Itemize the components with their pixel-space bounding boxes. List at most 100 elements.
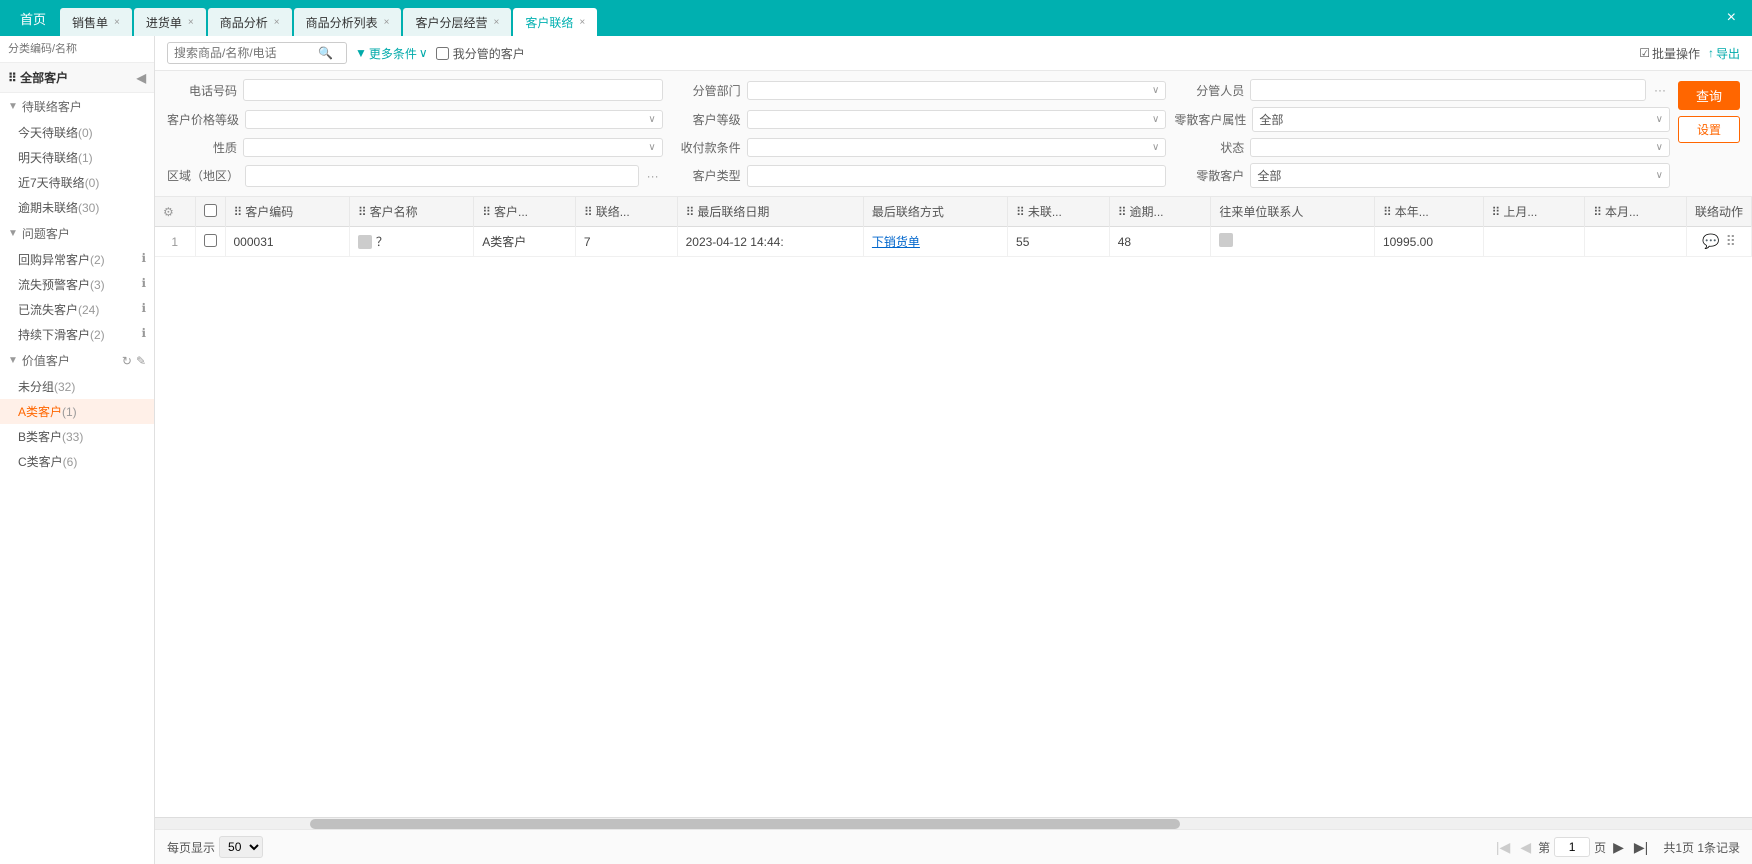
sidebar-item-a-class[interactable]: A类客户(1) — [0, 399, 154, 424]
th-prev-contacts[interactable]: 往来单位联系人 — [1211, 197, 1375, 227]
bottom-bar: 每页显示 50 |◀ ◀ 第 页 ▶ ▶| 共1页 1条记录 — [155, 829, 1752, 864]
setting-button[interactable]: 设置 — [1678, 116, 1740, 143]
main-layout: 🔍 ⠿ 全部客户 ◀ ▼ 待联络客户 今天待联络(0) 明天待联络(1) 近7天… — [0, 36, 1752, 864]
row-actions: 💬 ⠿ — [1686, 227, 1751, 257]
sidebar-item-declining[interactable]: 持续下滑客户(2) ℹ — [0, 322, 154, 347]
all-customers-header[interactable]: ⠿ 全部客户 ◀ — [0, 63, 154, 93]
sidebar-item-unclassified[interactable]: 未分组(32) — [0, 374, 154, 399]
dept-select[interactable]: ∨ — [747, 81, 1167, 100]
th-last-month[interactable]: ⠿ 上月... — [1483, 197, 1585, 227]
th-type[interactable]: ⠿ 客户... — [474, 197, 576, 227]
last-method-link[interactable]: 下销货单 — [872, 235, 920, 249]
th-uncontacted[interactable]: ⠿ 未联... — [1008, 197, 1110, 227]
more-action-icon[interactable]: ⠿ — [1726, 233, 1736, 250]
arrow-problem: ▼ — [8, 228, 18, 239]
scatter-cust-select[interactable]: 全部 ∨ — [1250, 163, 1670, 188]
table-row: 1 000031 ？ A类客户 7 2023 — [155, 227, 1752, 257]
region-input[interactable] — [245, 165, 639, 187]
sidebar-item-churned[interactable]: 已流失客户(24) ℹ — [0, 297, 154, 322]
nav-tab-analysis-list[interactable]: 商品分析列表 × — [294, 8, 402, 36]
nav-tab-contact[interactable]: 客户联络 × — [513, 8, 597, 36]
th-this-year[interactable]: ⠿ 本年... — [1374, 197, 1483, 227]
close-tab-contact[interactable]: × — [579, 17, 585, 28]
sidebar-item-today[interactable]: 今天待联络(0) — [0, 120, 154, 145]
th-overdue[interactable]: ⠿ 逾期... — [1109, 197, 1211, 227]
first-page-btn[interactable]: |◀ — [1493, 839, 1513, 856]
nature-select[interactable]: ∨ — [243, 138, 663, 157]
nav-tab-purchase[interactable]: 进货单 × — [134, 8, 206, 36]
page-input[interactable] — [1554, 837, 1590, 857]
per-page-select[interactable]: 50 — [219, 836, 263, 858]
my-customers-checkbox[interactable] — [436, 47, 449, 60]
close-tab-sales[interactable]: × — [114, 17, 120, 28]
horizontal-scroll-track[interactable] — [155, 817, 1752, 829]
price-level-field: 客户价格等级 ∨ — [167, 110, 663, 129]
th-this-month[interactable]: ⠿ 本月... — [1585, 197, 1687, 227]
query-button[interactable]: 查询 — [1678, 81, 1740, 110]
scatter-attr-select[interactable]: 全部 ∨ — [1252, 107, 1670, 132]
sidebar-item-b-class[interactable]: B类客户(33) — [0, 424, 154, 449]
status-select[interactable]: ∨ — [1250, 138, 1670, 157]
price-level-select[interactable]: ∨ — [245, 110, 663, 129]
sidebar-search-input[interactable] — [8, 43, 150, 55]
sidebar-group-value[interactable]: ▼ 价值客户 ↻ ✎ — [0, 347, 154, 374]
next-page-btn[interactable]: ▶ — [1610, 839, 1627, 856]
sidebar-group-problem[interactable]: ▼ 问题客户 — [0, 220, 154, 247]
prev-page-btn[interactable]: ◀ — [1517, 839, 1534, 856]
th-code[interactable]: ⠿ 客户编码 — [225, 197, 349, 227]
nav-home[interactable]: 首页 — [8, 0, 58, 36]
sidebar-group-pending[interactable]: ▼ 待联络客户 — [0, 93, 154, 120]
cust-level-select[interactable]: ∨ — [747, 110, 1167, 129]
th-gear[interactable]: ⚙ — [155, 197, 195, 227]
th-name[interactable]: ⠿ 客户名称 — [349, 197, 473, 227]
status-arrow: ∨ — [1656, 142, 1663, 153]
sidebar-item-repurchase-abnormal[interactable]: 回购异常客户(2) ℹ — [0, 247, 154, 272]
batch-op-button[interactable]: ☑ 批量操作 — [1639, 45, 1700, 62]
th-last-method[interactable]: 最后联络方式 — [863, 197, 1007, 227]
search-input[interactable] — [174, 46, 314, 60]
nav-tab-sales[interactable]: 销售单 × — [60, 8, 132, 36]
more-conditions-btn[interactable]: ▼ 更多条件 ∨ — [355, 45, 428, 62]
scatter-cust-arrow: ∨ — [1656, 170, 1663, 181]
cust-type-input[interactable] — [747, 165, 1167, 187]
close-tab-analysis-list[interactable]: × — [384, 17, 390, 28]
sidebar: 🔍 ⠿ 全部客户 ◀ ▼ 待联络客户 今天待联络(0) 明天待联络(1) 近7天… — [0, 36, 155, 864]
horizontal-scroll-thumb[interactable] — [310, 819, 1180, 829]
sidebar-collapse-icon[interactable]: ◀ — [137, 71, 146, 85]
content-area: 🔍 ▼ 更多条件 ∨ 我分管的客户 ☑ 批量操作 ↑ 导出 — [155, 36, 1752, 864]
sidebar-item-tomorrow[interactable]: 明天待联络(1) — [0, 145, 154, 170]
refresh-icon[interactable]: ↻ — [122, 354, 132, 368]
sidebar-item-c-class[interactable]: C类客户(6) — [0, 449, 154, 474]
payment-select[interactable]: ∨ — [747, 138, 1167, 157]
region-dots[interactable]: ··· — [643, 169, 663, 183]
nav-tab-analysis[interactable]: 商品分析 × — [208, 8, 292, 36]
window-close-button[interactable]: × — [1719, 9, 1744, 27]
select-all-checkbox[interactable] — [204, 204, 217, 217]
th-last-date[interactable]: ⠿ 最后联络日期 — [677, 197, 863, 227]
close-tab-segment[interactable]: × — [493, 17, 499, 28]
row-name: ？ — [349, 227, 473, 257]
adv-filter-row-2: 客户价格等级 ∨ 客户等级 ∨ — [167, 107, 1670, 132]
page-label-prefix: 第 — [1538, 839, 1550, 856]
th-contacts[interactable]: ⠿ 联络... — [575, 197, 677, 227]
contact-icon[interactable]: 💬 — [1702, 233, 1719, 250]
last-page-btn[interactable]: ▶| — [1631, 839, 1651, 856]
person-dots[interactable]: ··· — [1650, 83, 1670, 97]
th-checkbox[interactable] — [195, 197, 225, 227]
sidebar-item-overdue[interactable]: 逾期未联络(30) — [0, 195, 154, 220]
phone-input[interactable] — [243, 79, 663, 101]
search-icon[interactable]: 🔍 — [318, 46, 333, 60]
export-button[interactable]: ↑ 导出 — [1708, 45, 1740, 62]
edit-icon[interactable]: ✎ — [136, 354, 146, 368]
close-tab-analysis[interactable]: × — [274, 17, 280, 28]
nav-tab-segment[interactable]: 客户分层经营 × — [403, 8, 511, 36]
total-label: 共1页 1条记录 — [1663, 839, 1740, 856]
row-code: 000031 — [225, 227, 349, 257]
sidebar-item-7days[interactable]: 近7天待联络(0) — [0, 170, 154, 195]
close-tab-purchase[interactable]: × — [188, 17, 194, 28]
row-checkbox[interactable] — [204, 234, 217, 247]
dept-arrow: ∨ — [1152, 85, 1159, 96]
chevron-icon: ∨ — [419, 46, 428, 60]
sidebar-item-churn-warning[interactable]: 流失预警客户(3) ℹ — [0, 272, 154, 297]
person-input[interactable] — [1250, 79, 1646, 101]
